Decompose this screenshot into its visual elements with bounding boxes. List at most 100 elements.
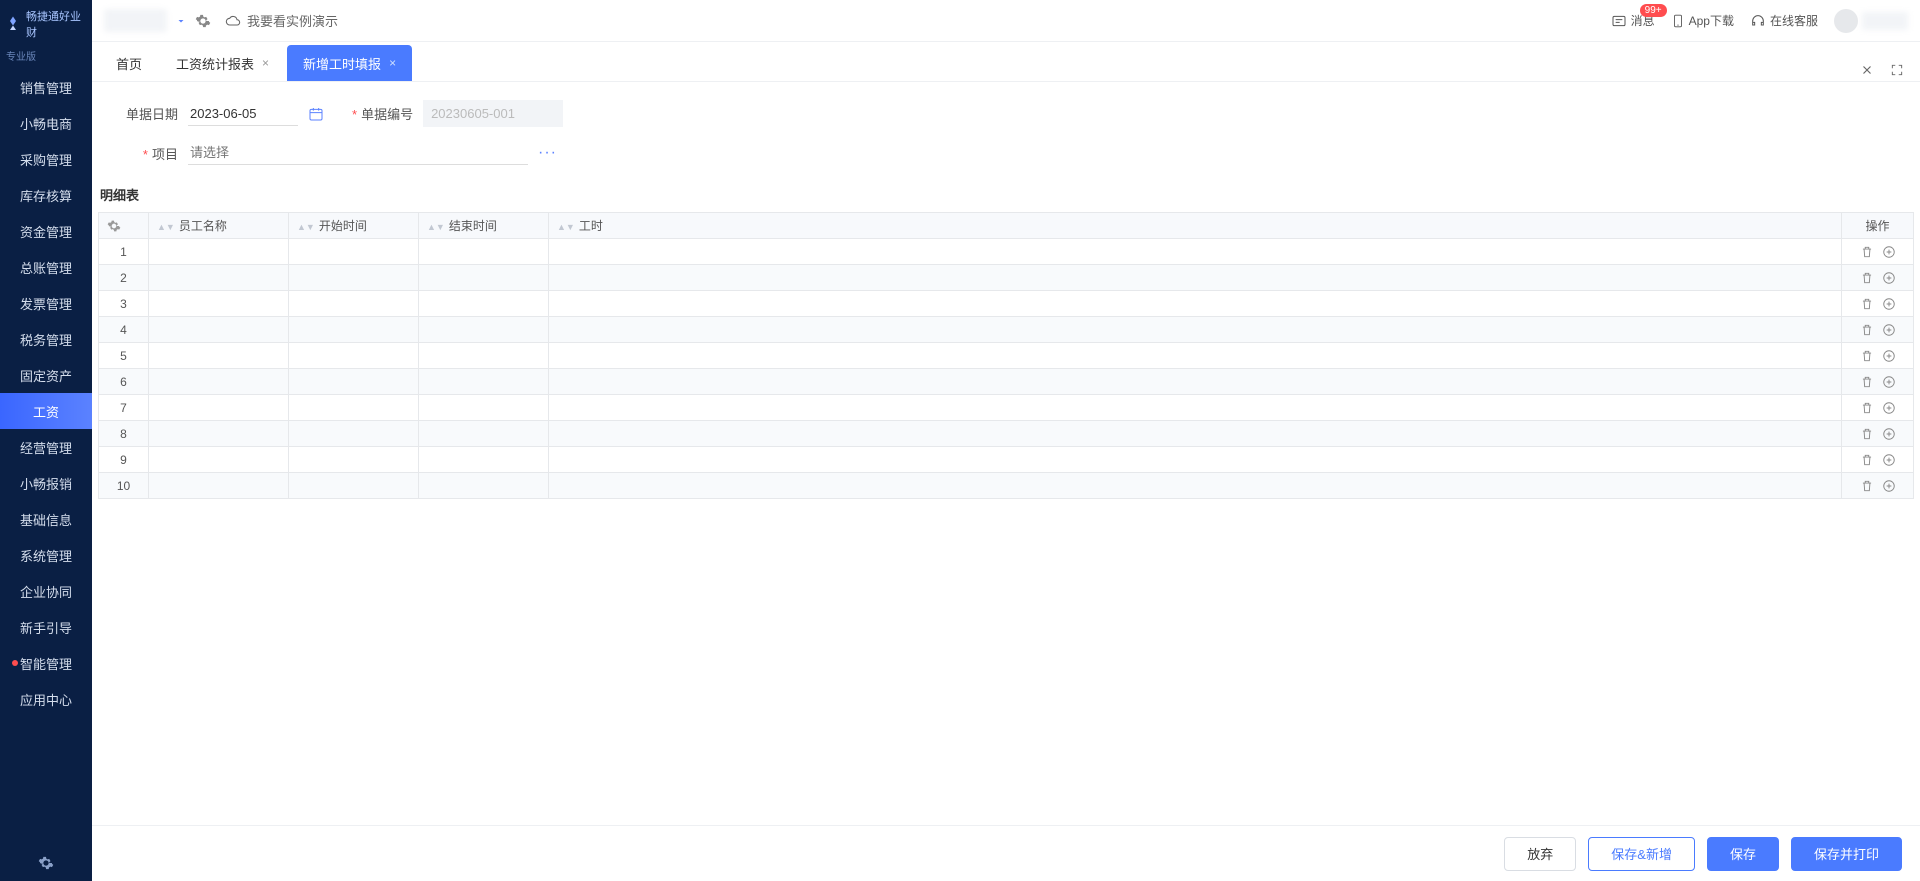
add-row-icon[interactable]	[1882, 297, 1896, 311]
col-employee[interactable]: ▲▼员工名称	[149, 213, 289, 239]
sidebar-item-0[interactable]: 销售管理	[0, 69, 92, 105]
cell-employee[interactable]	[149, 265, 289, 291]
cell-start[interactable]	[289, 421, 419, 447]
cell-end[interactable]	[419, 239, 549, 265]
sidebar-settings[interactable]	[0, 845, 92, 881]
cell-start[interactable]	[289, 317, 419, 343]
tab-0[interactable]: 首页	[100, 45, 158, 81]
delete-row-icon[interactable]	[1860, 323, 1874, 337]
service-button[interactable]: 在线客服	[1750, 12, 1818, 29]
org-selector[interactable]	[104, 9, 211, 32]
delete-row-icon[interactable]	[1860, 479, 1874, 493]
close-icon[interactable]: ×	[389, 56, 396, 70]
cell-start[interactable]	[289, 473, 419, 499]
cell-start[interactable]	[289, 369, 419, 395]
cell-start[interactable]	[289, 265, 419, 291]
table-row[interactable]: 5	[99, 343, 1914, 369]
cell-hours[interactable]	[549, 291, 1842, 317]
date-input[interactable]	[188, 102, 298, 126]
tab-2[interactable]: 新增工时填报×	[287, 45, 412, 81]
sidebar-item-15[interactable]: 新手引导	[0, 609, 92, 645]
add-row-icon[interactable]	[1882, 323, 1896, 337]
table-row[interactable]: 10	[99, 473, 1914, 499]
cell-employee[interactable]	[149, 239, 289, 265]
cell-end[interactable]	[419, 447, 549, 473]
cell-hours[interactable]	[549, 317, 1842, 343]
delete-row-icon[interactable]	[1860, 349, 1874, 363]
delete-row-icon[interactable]	[1860, 375, 1874, 389]
table-row[interactable]: 7	[99, 395, 1914, 421]
cell-hours[interactable]	[549, 395, 1842, 421]
project-input[interactable]	[188, 141, 528, 165]
sidebar-item-3[interactable]: 库存核算	[0, 177, 92, 213]
cell-hours[interactable]	[549, 473, 1842, 499]
sidebar-item-9[interactable]: 工资	[0, 393, 92, 429]
cell-start[interactable]	[289, 395, 419, 421]
save-and-new-button[interactable]: 保存&新增	[1588, 837, 1695, 871]
gear-icon[interactable]	[195, 13, 211, 29]
cell-hours[interactable]	[549, 447, 1842, 473]
demo-link[interactable]: 我要看实例演示	[225, 11, 338, 30]
sidebar-item-11[interactable]: 小畅报销	[0, 465, 92, 501]
sidebar-item-4[interactable]: 资金管理	[0, 213, 92, 249]
table-row[interactable]: 9	[99, 447, 1914, 473]
close-icon[interactable]: ×	[262, 56, 269, 70]
sidebar-item-12[interactable]: 基础信息	[0, 501, 92, 537]
add-row-icon[interactable]	[1882, 427, 1896, 441]
tab-1[interactable]: 工资统计报表×	[160, 45, 285, 81]
cell-end[interactable]	[419, 265, 549, 291]
cell-end[interactable]	[419, 395, 549, 421]
sidebar-item-5[interactable]: 总账管理	[0, 249, 92, 285]
user-menu[interactable]	[1834, 9, 1908, 33]
save-and-print-button[interactable]: 保存并打印	[1791, 837, 1902, 871]
cell-employee[interactable]	[149, 447, 289, 473]
cell-end[interactable]	[419, 473, 549, 499]
sidebar-item-7[interactable]: 税务管理	[0, 321, 92, 357]
cell-end[interactable]	[419, 291, 549, 317]
app-download-button[interactable]: App下载	[1671, 12, 1734, 29]
table-row[interactable]: 1	[99, 239, 1914, 265]
cell-hours[interactable]	[549, 421, 1842, 447]
cell-employee[interactable]	[149, 343, 289, 369]
cell-end[interactable]	[419, 343, 549, 369]
add-row-icon[interactable]	[1882, 245, 1896, 259]
table-row[interactable]: 4	[99, 317, 1914, 343]
table-row[interactable]: 3	[99, 291, 1914, 317]
fullscreen-icon[interactable]	[1886, 59, 1908, 81]
cell-end[interactable]	[419, 369, 549, 395]
col-end[interactable]: ▲▼结束时间	[419, 213, 549, 239]
table-row[interactable]: 6	[99, 369, 1914, 395]
delete-row-icon[interactable]	[1860, 427, 1874, 441]
discard-button[interactable]: 放弃	[1504, 837, 1576, 871]
sidebar-item-17[interactable]: 应用中心	[0, 681, 92, 717]
sidebar-item-1[interactable]: 小畅电商	[0, 105, 92, 141]
delete-row-icon[interactable]	[1860, 245, 1874, 259]
cell-employee[interactable]	[149, 291, 289, 317]
cell-employee[interactable]	[149, 421, 289, 447]
sidebar-item-8[interactable]: 固定资产	[0, 357, 92, 393]
cell-employee[interactable]	[149, 317, 289, 343]
table-row[interactable]: 2	[99, 265, 1914, 291]
cell-employee[interactable]	[149, 395, 289, 421]
cell-end[interactable]	[419, 421, 549, 447]
add-row-icon[interactable]	[1882, 479, 1896, 493]
add-row-icon[interactable]	[1882, 271, 1896, 285]
sidebar-item-16[interactable]: 智能管理	[0, 645, 92, 681]
add-row-icon[interactable]	[1882, 453, 1896, 467]
sidebar-item-2[interactable]: 采购管理	[0, 141, 92, 177]
add-row-icon[interactable]	[1882, 375, 1896, 389]
cell-hours[interactable]	[549, 343, 1842, 369]
delete-row-icon[interactable]	[1860, 271, 1874, 285]
add-row-icon[interactable]	[1882, 401, 1896, 415]
delete-row-icon[interactable]	[1860, 453, 1874, 467]
cell-end[interactable]	[419, 317, 549, 343]
cell-hours[interactable]	[549, 239, 1842, 265]
project-lookup-icon[interactable]: ···	[538, 144, 557, 162]
cell-employee[interactable]	[149, 369, 289, 395]
cell-employee[interactable]	[149, 473, 289, 499]
add-row-icon[interactable]	[1882, 349, 1896, 363]
col-settings[interactable]	[99, 213, 149, 239]
cell-start[interactable]	[289, 239, 419, 265]
close-all-icon[interactable]	[1856, 59, 1878, 81]
col-start[interactable]: ▲▼开始时间	[289, 213, 419, 239]
